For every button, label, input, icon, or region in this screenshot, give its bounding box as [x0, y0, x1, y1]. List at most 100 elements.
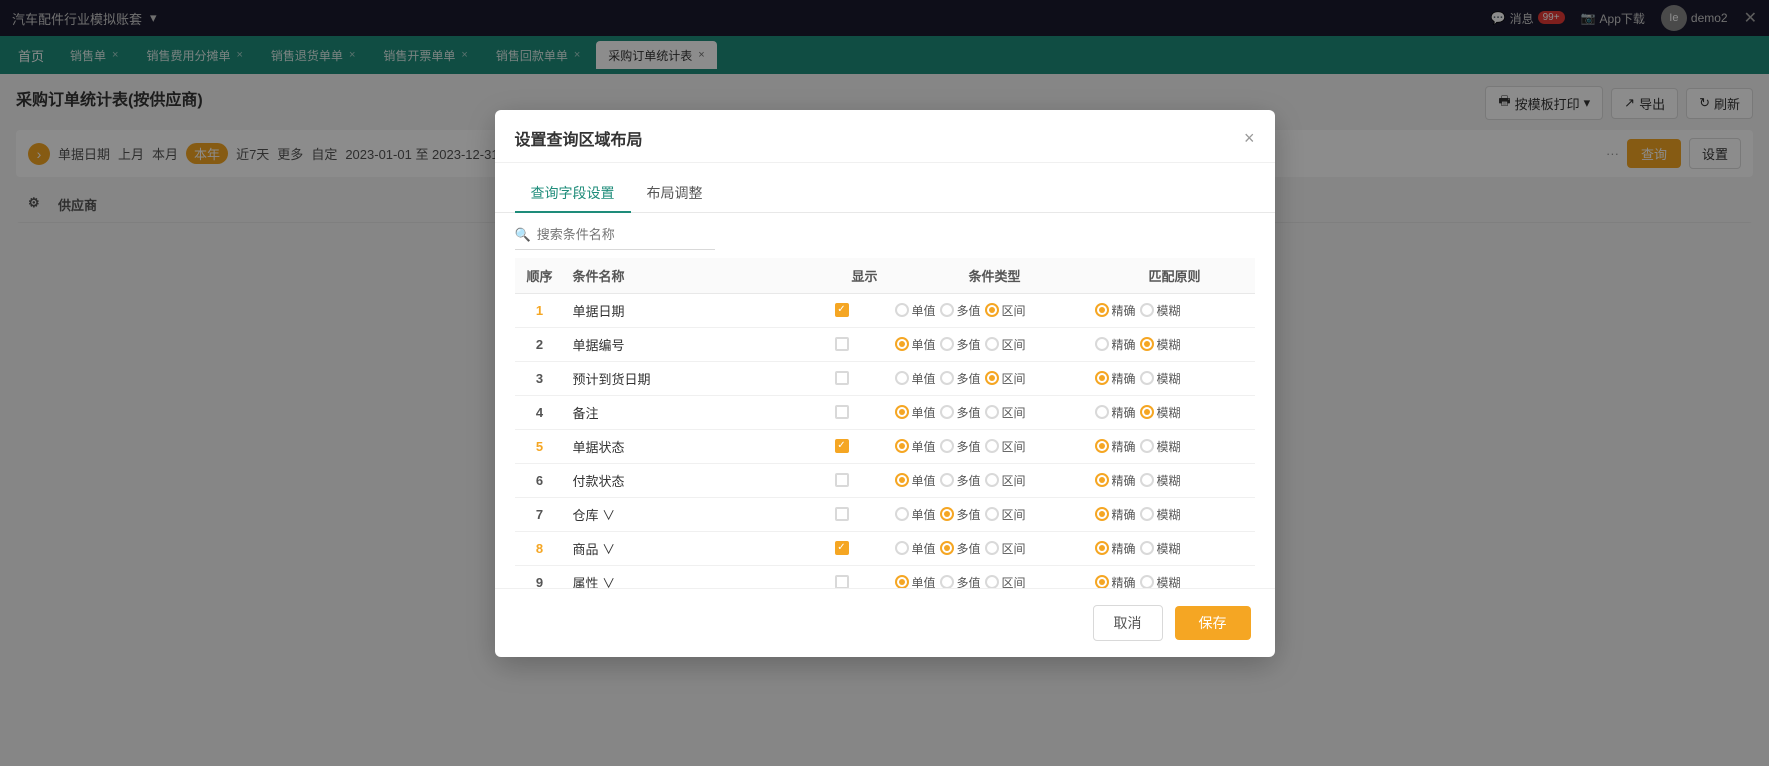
- radio-single-1[interactable]: [895, 303, 909, 317]
- radio-exact-5[interactable]: [1095, 439, 1109, 453]
- cond-type-multi-2[interactable]: 多值: [940, 336, 981, 353]
- radio-fuzzy-3[interactable]: [1140, 371, 1154, 385]
- cond-type-multi-9[interactable]: 多值: [940, 574, 981, 588]
- cond-match-fuzzy-1[interactable]: 模糊: [1140, 302, 1181, 319]
- cond-display-checkbox-4[interactable]: [835, 405, 849, 419]
- cond-type-single-7[interactable]: 单值: [895, 506, 936, 523]
- cond-type-range-2[interactable]: 区间: [985, 336, 1026, 353]
- radio-range-4[interactable]: [985, 405, 999, 419]
- radio-range-9[interactable]: [985, 575, 999, 588]
- radio-multi-4[interactable]: [940, 405, 954, 419]
- cond-type-range-3[interactable]: 区间: [985, 370, 1026, 387]
- cond-match-exact-6[interactable]: 精确: [1095, 472, 1136, 489]
- cond-match-fuzzy-5[interactable]: 模糊: [1140, 438, 1181, 455]
- cond-match-exact-3[interactable]: 精确: [1095, 370, 1136, 387]
- cond-display-checkbox-5[interactable]: [835, 439, 849, 453]
- radio-single-8[interactable]: [895, 541, 909, 555]
- cond-match-fuzzy-2[interactable]: 模糊: [1140, 336, 1181, 353]
- cond-type-range-8[interactable]: 区间: [985, 540, 1026, 557]
- cond-display-4[interactable]: [835, 405, 895, 419]
- cond-type-range-5[interactable]: 区间: [985, 438, 1026, 455]
- cond-display-9[interactable]: [835, 575, 895, 588]
- cond-type-multi-5[interactable]: 多值: [940, 438, 981, 455]
- condition-search-input[interactable]: [537, 227, 697, 242]
- radio-fuzzy-6[interactable]: [1140, 473, 1154, 487]
- cond-match-fuzzy-8[interactable]: 模糊: [1140, 540, 1181, 557]
- cond-display-6[interactable]: [835, 473, 895, 487]
- cond-type-single-8[interactable]: 单值: [895, 540, 936, 557]
- cancel-button[interactable]: 取消: [1093, 605, 1163, 641]
- radio-range-3[interactable]: [985, 371, 999, 385]
- cond-type-multi-3[interactable]: 多值: [940, 370, 981, 387]
- cond-type-range-9[interactable]: 区间: [985, 574, 1026, 588]
- cond-type-range-6[interactable]: 区间: [985, 472, 1026, 489]
- radio-fuzzy-2[interactable]: [1140, 337, 1154, 351]
- radio-single-5[interactable]: [895, 439, 909, 453]
- radio-exact-2[interactable]: [1095, 337, 1109, 351]
- radio-multi-8[interactable]: [940, 541, 954, 555]
- radio-exact-4[interactable]: [1095, 405, 1109, 419]
- cond-display-2[interactable]: [835, 337, 895, 351]
- modal-tab-layout[interactable]: 布局调整: [631, 175, 719, 213]
- radio-multi-5[interactable]: [940, 439, 954, 453]
- radio-multi-3[interactable]: [940, 371, 954, 385]
- cond-display-checkbox-9[interactable]: [835, 575, 849, 588]
- radio-exact-6[interactable]: [1095, 473, 1109, 487]
- cond-match-exact-7[interactable]: 精确: [1095, 506, 1136, 523]
- cond-match-fuzzy-3[interactable]: 模糊: [1140, 370, 1181, 387]
- radio-fuzzy-1[interactable]: [1140, 303, 1154, 317]
- radio-range-7[interactable]: [985, 507, 999, 521]
- cond-type-range-4[interactable]: 区间: [985, 404, 1026, 421]
- radio-range-2[interactable]: [985, 337, 999, 351]
- cond-match-exact-1[interactable]: 精确: [1095, 302, 1136, 319]
- cond-type-multi-1[interactable]: 多值: [940, 302, 981, 319]
- cond-type-single-1[interactable]: 单值: [895, 302, 936, 319]
- cond-display-7[interactable]: [835, 507, 895, 521]
- radio-single-2[interactable]: [895, 337, 909, 351]
- radio-single-3[interactable]: [895, 371, 909, 385]
- cond-type-single-9[interactable]: 单值: [895, 574, 936, 588]
- radio-single-9[interactable]: [895, 575, 909, 588]
- cond-type-single-5[interactable]: 单值: [895, 438, 936, 455]
- cond-display-checkbox-6[interactable]: [835, 473, 849, 487]
- radio-single-4[interactable]: [895, 405, 909, 419]
- radio-multi-1[interactable]: [940, 303, 954, 317]
- radio-fuzzy-5[interactable]: [1140, 439, 1154, 453]
- cond-match-fuzzy-4[interactable]: 模糊: [1140, 404, 1181, 421]
- cond-match-exact-8[interactable]: 精确: [1095, 540, 1136, 557]
- cond-display-checkbox-1[interactable]: [835, 303, 849, 317]
- cond-type-range-7[interactable]: 区间: [985, 506, 1026, 523]
- radio-multi-2[interactable]: [940, 337, 954, 351]
- cond-type-range-1[interactable]: 区间: [985, 302, 1026, 319]
- radio-exact-8[interactable]: [1095, 541, 1109, 555]
- radio-range-5[interactable]: [985, 439, 999, 453]
- radio-range-8[interactable]: [985, 541, 999, 555]
- cond-type-single-4[interactable]: 单值: [895, 404, 936, 421]
- radio-fuzzy-8[interactable]: [1140, 541, 1154, 555]
- cond-display-checkbox-3[interactable]: [835, 371, 849, 385]
- cond-match-fuzzy-7[interactable]: 模糊: [1140, 506, 1181, 523]
- radio-range-6[interactable]: [985, 473, 999, 487]
- radio-exact-3[interactable]: [1095, 371, 1109, 385]
- cond-type-single-3[interactable]: 单值: [895, 370, 936, 387]
- radio-multi-7[interactable]: [940, 507, 954, 521]
- radio-fuzzy-4[interactable]: [1140, 405, 1154, 419]
- cond-type-single-2[interactable]: 单值: [895, 336, 936, 353]
- radio-multi-6[interactable]: [940, 473, 954, 487]
- cond-match-exact-5[interactable]: 精确: [1095, 438, 1136, 455]
- cond-display-checkbox-8[interactable]: [835, 541, 849, 555]
- cond-match-fuzzy-9[interactable]: 模糊: [1140, 574, 1181, 588]
- cond-match-exact-4[interactable]: 精确: [1095, 404, 1136, 421]
- cond-type-multi-6[interactable]: 多值: [940, 472, 981, 489]
- modal-close-button[interactable]: ×: [1244, 129, 1255, 147]
- cond-type-single-6[interactable]: 单值: [895, 472, 936, 489]
- cond-type-multi-7[interactable]: 多值: [940, 506, 981, 523]
- radio-single-6[interactable]: [895, 473, 909, 487]
- radio-single-7[interactable]: [895, 507, 909, 521]
- radio-exact-7[interactable]: [1095, 507, 1109, 521]
- cond-display-checkbox-2[interactable]: [835, 337, 849, 351]
- cond-type-multi-4[interactable]: 多值: [940, 404, 981, 421]
- radio-fuzzy-7[interactable]: [1140, 507, 1154, 521]
- modal-tab-query-fields[interactable]: 查询字段设置: [515, 175, 631, 213]
- cond-match-exact-9[interactable]: 精确: [1095, 574, 1136, 588]
